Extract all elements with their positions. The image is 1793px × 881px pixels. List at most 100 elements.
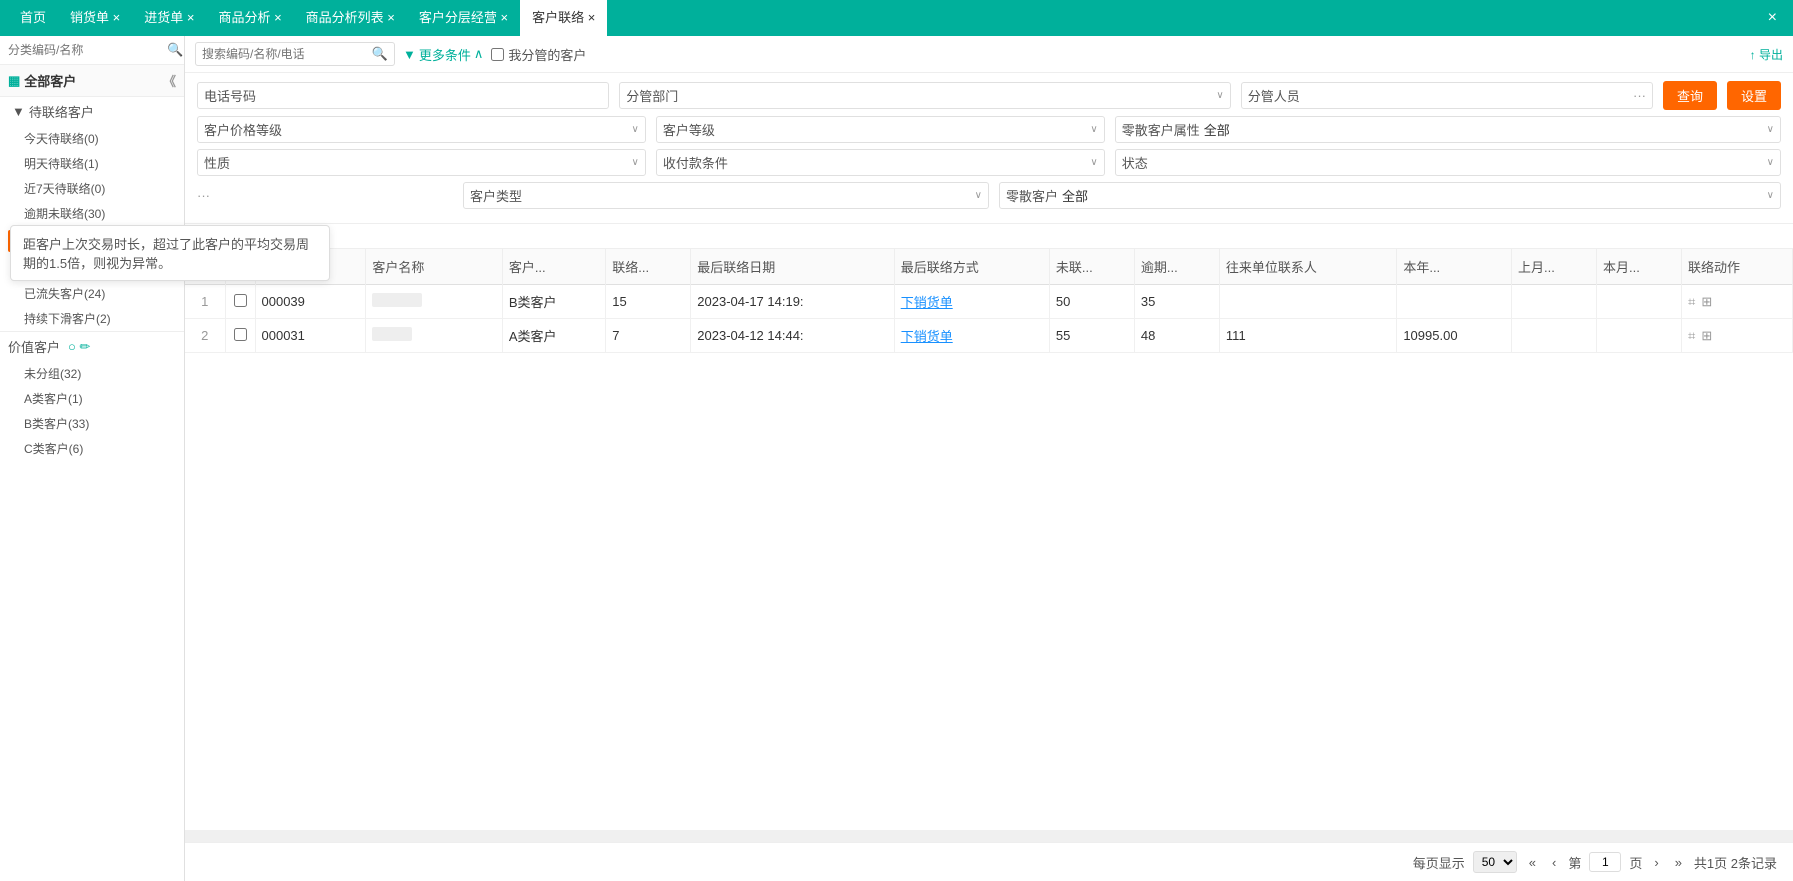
page-prev-btn[interactable]: ‹ [1548,853,1560,872]
row2-name [366,319,502,353]
sidebar-item-continuously-down[interactable]: 持续下滑客户(2) [0,306,184,331]
table-header-row: 客户编码 客户名称 客户... 联络... 最后联络日期 最后联络方式 未联..… [185,249,1793,285]
table-body: 1 000039 B类客户 15 2023-04-17 14:19: 下销货单 … [185,285,1793,353]
customer-level-field[interactable]: 客户等级 ∨ [656,116,1105,143]
nav-product-analysis[interactable]: 商品分析 × [206,0,293,36]
search-icon-main[interactable]: 🔍 [372,46,388,62]
gender-field[interactable]: 性质 ∨ [197,149,646,176]
payment-terms-field[interactable]: 收付款条件 ∨ [656,149,1105,176]
row1-link-icon[interactable]: ⌗ [1688,294,1695,310]
sidebar-item-class-c[interactable]: C类客户(6) [0,436,184,461]
more-dots-btn[interactable]: ··· [197,188,210,203]
row2-actions: ⌗ ⊞ [1682,319,1793,353]
customer-type-field[interactable]: 客户类型 ∨ [463,182,989,209]
search-box[interactable]: 🔍 [195,42,395,66]
col-header-contact-count: 联络... [606,249,691,285]
price-level-arrow: ∨ [632,124,639,135]
filter-panel: 电话号码 分管部门 ∨ 分管人员 ··· 查询 设置 客户价格等级 ∨ [185,73,1793,224]
value-customer-edit-btn[interactable]: ○ ✏ [68,339,90,355]
col-header-overdue: 逾期... [1134,249,1219,285]
sidebar-item-today[interactable]: 今天待联络(0) [0,126,184,151]
row2-check[interactable] [225,319,255,353]
col-header-type: 客户... [502,249,605,285]
row1-grid-icon[interactable]: ⊞ [1701,294,1712,310]
nav-customer-tier[interactable]: 客户分层经营 × [407,0,520,36]
query-button[interactable]: 查询 [1663,81,1717,110]
row1-check[interactable] [225,285,255,319]
nav-sales[interactable]: 销货单 × [58,0,132,36]
row1-checkbox[interactable] [234,294,247,307]
chevron-icon: ∧ [474,46,484,62]
search-icon[interactable]: 🔍 [167,42,183,58]
page-last-btn[interactable]: » [1671,853,1686,872]
page-first-btn[interactable]: « [1525,853,1540,872]
row1-index: 1 [185,285,225,319]
dept-field[interactable]: 分管部门 ∨ [619,82,1230,109]
search-input[interactable] [202,47,368,61]
horizontal-scrollbar[interactable] [185,830,1793,842]
row2-code: 000031 [255,319,366,353]
row1-this-year [1397,285,1512,319]
retail-arrow: ∨ [1767,190,1774,201]
window-close-button[interactable]: × [1760,9,1785,27]
row2-grid-icon[interactable]: ⊞ [1701,328,1712,344]
table-header: 客户编码 客户名称 客户... 联络... 最后联络日期 最后联络方式 未联..… [185,249,1793,285]
sidebar-item-unclassified[interactable]: 未分组(32) [0,361,184,386]
sidebar-search-input[interactable] [8,43,163,57]
my-customers-checkbox-wrapper[interactable]: 我分管的客户 [491,45,586,64]
payment-arrow: ∨ [1090,157,1097,168]
row1-last-method[interactable]: 下销货单 [894,285,1049,319]
top-nav: 首页 销货单 × 进货单 × 商品分析 × 商品分析列表 × 客户分层经营 × … [0,0,1793,36]
row2-link-icon[interactable]: ⌗ [1688,328,1695,344]
nav-home[interactable]: 首页 [8,0,58,36]
per-page-select[interactable]: 50 [1473,851,1517,873]
filter-bar: 🔍 ▼ 更多条件 ∧ 我分管的客户 ↑ 导出 [185,36,1793,73]
export-button[interactable]: ↑ 导出 [1750,46,1783,63]
col-header-this-month: 本月... [1597,249,1682,285]
sidebar-search-bar[interactable]: 🔍 [0,36,184,65]
more-conditions-btn[interactable]: ▼ 更多条件 ∧ [403,45,483,64]
person-field[interactable]: 分管人员 ··· [1241,82,1653,109]
row2-this-month [1597,319,1682,353]
nav-customer-contact[interactable]: 客户联络 × [520,0,607,36]
customer-table: 客户编码 客户名称 客户... 联络... 最后联络日期 最后联络方式 未联..… [185,249,1793,353]
col-header-action: 联络动作 [1682,249,1793,285]
filter-icon: ▼ [403,47,416,62]
page-input[interactable] [1589,852,1621,872]
person-more-btn[interactable]: ··· [1633,88,1646,103]
row2-last-method[interactable]: 下销货单 [894,319,1049,353]
settings-button[interactable]: 设置 [1727,81,1781,110]
collapse-sidebar-btn[interactable]: 《 [163,71,176,90]
row1-actions: ⌗ ⊞ [1682,285,1793,319]
my-customers-checkbox[interactable] [491,48,504,61]
row1-type: B类客户 [502,285,605,319]
phone-field[interactable]: 电话号码 [197,82,609,109]
nav-product-list[interactable]: 商品分析列表 × [294,0,407,36]
tooltip-box: 距客户上次交易时长，超过了此客户的平均交易周期的1.5倍，则视为异常。 [185,225,330,281]
sidebar: 🔍 ▦ 全部客户 《 ▼ 待联络客户 今天待联络(0) 明天待联络(1) 近7天… [0,36,185,881]
pending-contact-group[interactable]: ▼ 待联络客户 [0,97,184,126]
filter-row-3: 性质 ∨ 收付款条件 ∨ 状态 ∨ [197,149,1781,176]
row1-code: 000039 [255,285,366,319]
row2-overdue: 48 [1134,319,1219,353]
sidebar-item-class-a[interactable]: A类客户(1) [0,386,184,411]
sidebar-item-7days[interactable]: 近7天待联络(0) [0,176,184,201]
table-area: 客户编码 客户名称 客户... 联络... 最后联络日期 最后联络方式 未联..… [185,249,1793,830]
retail-customer-field[interactable]: 零散客户 全部 ∨ [999,182,1781,209]
customer-price-level-field[interactable]: 客户价格等级 ∨ [197,116,646,143]
row1-last-date: 2023-04-17 14:19: [691,285,894,319]
sidebar-item-class-b[interactable]: B类客户(33) [0,411,184,436]
retail-customer-attr-field[interactable]: 零散客户属性 全部 ∨ [1115,116,1781,143]
status-field[interactable]: 状态 ∨ [1115,149,1781,176]
sidebar-item-already-lost[interactable]: 已流失客户(24) [0,281,184,306]
retail-attr-arrow: ∨ [1767,124,1774,135]
sidebar-item-overdue[interactable]: 逾期未联络(30) [0,201,184,226]
sidebar-item-tomorrow[interactable]: 明天待联络(1) [0,151,184,176]
page-next-btn[interactable]: › [1650,853,1662,872]
row2-type: A类客户 [502,319,605,353]
nav-purchase[interactable]: 进货单 × [132,0,206,36]
row2-unit-contact: 111 [1219,319,1396,353]
more-btn-row: ··· [197,188,453,203]
row2-checkbox[interactable] [234,328,247,341]
total-label: 共1页 2条记录 [1694,853,1777,872]
